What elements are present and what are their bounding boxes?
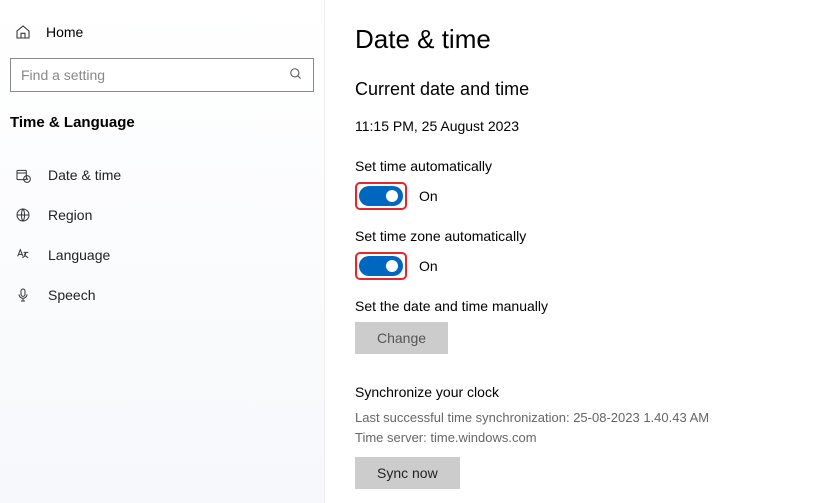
highlight-box [355, 252, 407, 280]
set-time-auto-label: Set time automatically [355, 158, 805, 174]
set-tz-auto-label: Set time zone automatically [355, 228, 805, 244]
sidebar-item-date-time[interactable]: Date & time [10, 155, 314, 195]
sidebar-section-header: Time & Language [10, 114, 314, 149]
home-icon [14, 24, 32, 40]
language-icon [14, 247, 32, 263]
sidebar-item-region[interactable]: Region [10, 195, 314, 235]
sidebar-item-label: Language [48, 247, 110, 263]
page-subtitle: Current date and time [355, 79, 805, 100]
calendar-clock-icon [14, 167, 32, 183]
set-time-auto-toggle[interactable] [359, 186, 403, 206]
search-icon [289, 67, 303, 84]
sidebar-item-label: Region [48, 207, 92, 223]
sync-now-button[interactable]: Sync now [355, 457, 460, 489]
page-title: Date & time [355, 24, 805, 55]
sidebar: Home Time & Language Date & time Region … [0, 0, 325, 503]
search-input-container[interactable] [10, 58, 314, 92]
set-time-auto-state: On [419, 188, 438, 204]
current-datetime: 11:15 PM, 25 August 2023 [355, 118, 805, 134]
microphone-icon [14, 287, 32, 303]
sidebar-item-language[interactable]: Language [10, 235, 314, 275]
home-label: Home [46, 24, 83, 40]
sync-heading: Synchronize your clock [355, 384, 805, 400]
set-tz-auto-toggle[interactable] [359, 256, 403, 276]
change-button[interactable]: Change [355, 322, 448, 354]
sidebar-item-speech[interactable]: Speech [10, 275, 314, 315]
highlight-box [355, 182, 407, 210]
set-tz-auto-state: On [419, 258, 438, 274]
sync-server: Time server: time.windows.com [355, 428, 805, 448]
globe-icon [14, 207, 32, 223]
home-nav[interactable]: Home [10, 18, 314, 58]
sidebar-nav: Date & time Region Language Speech [10, 155, 314, 315]
search-input[interactable] [21, 67, 289, 83]
sidebar-item-label: Speech [48, 287, 95, 303]
manual-set-label: Set the date and time manually [355, 298, 805, 314]
main-content: Date & time Current date and time 11:15 … [325, 0, 835, 503]
sync-last: Last successful time synchronization: 25… [355, 408, 805, 428]
sidebar-item-label: Date & time [48, 167, 121, 183]
